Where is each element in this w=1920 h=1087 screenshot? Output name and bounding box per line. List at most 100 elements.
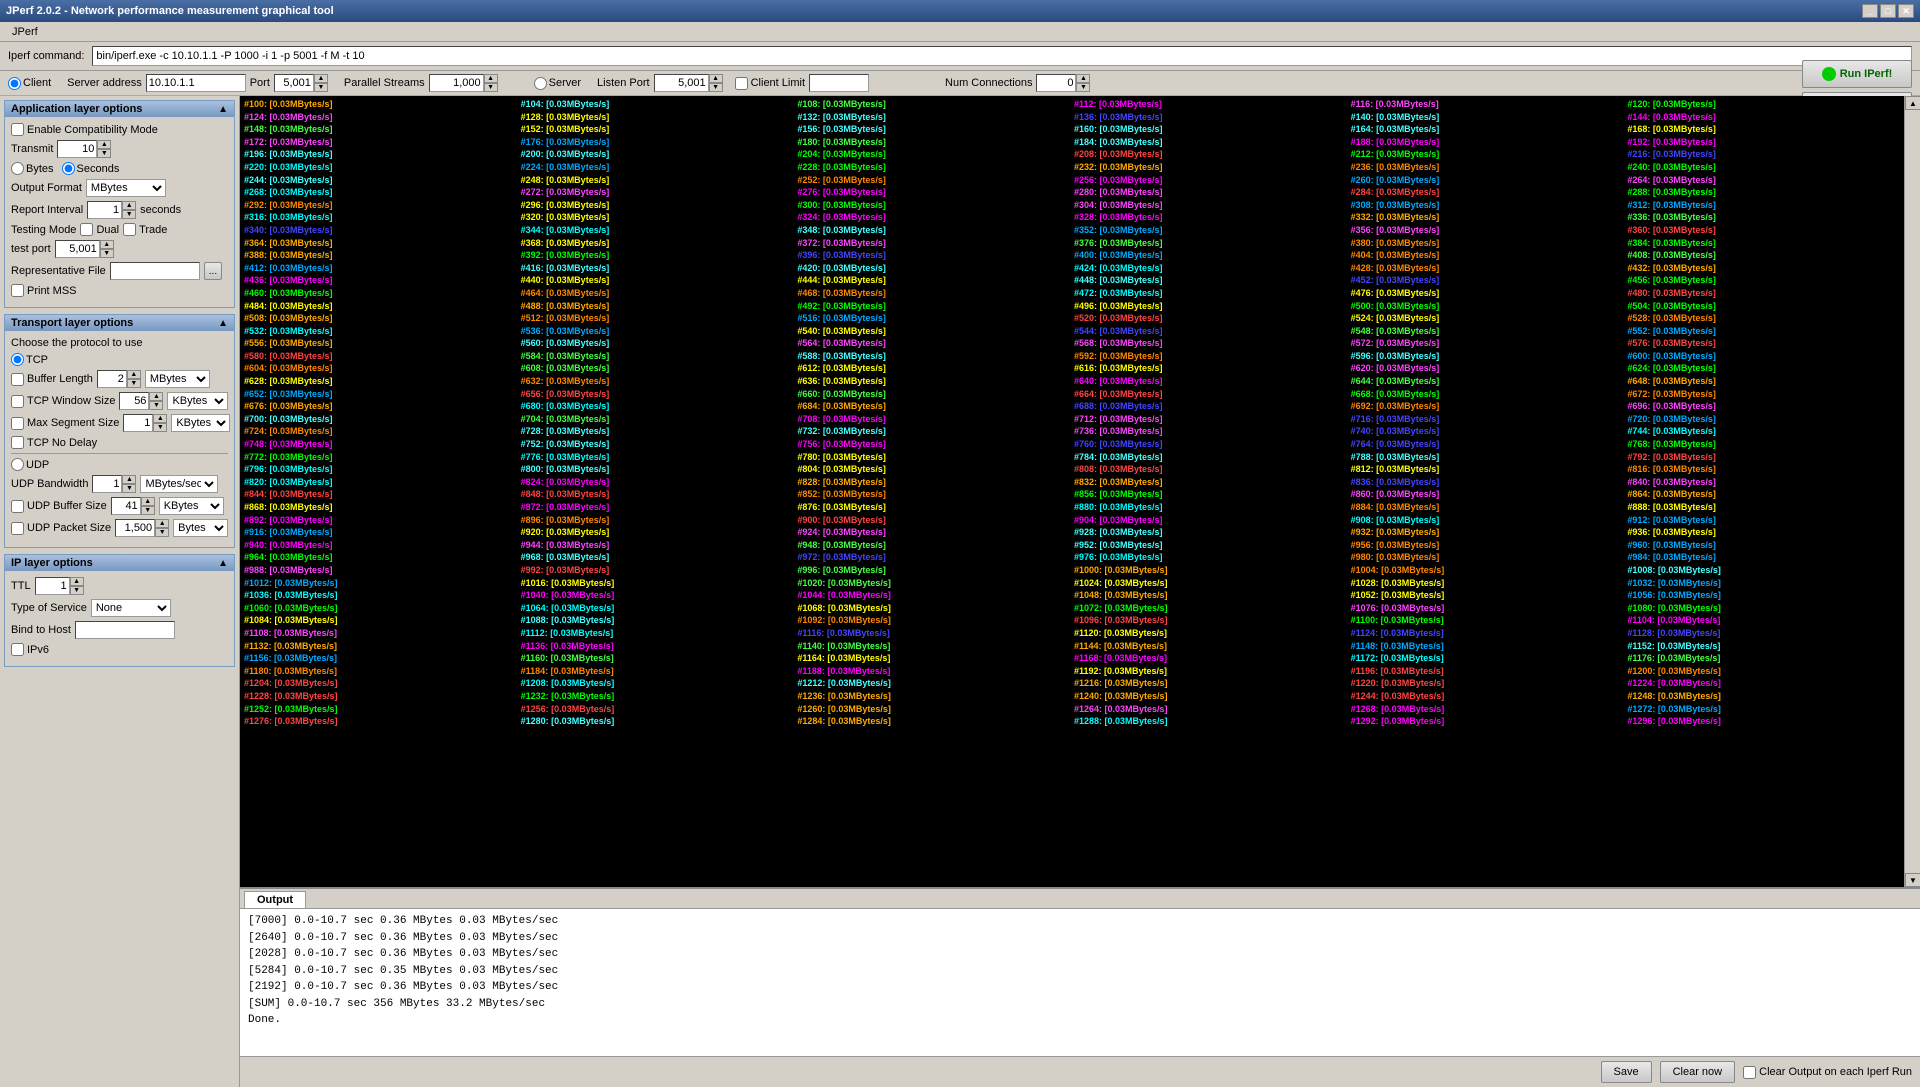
parallel-streams-down-btn[interactable]: ▼: [484, 83, 498, 92]
enable-compat-checkbox[interactable]: [11, 123, 24, 136]
client-limit-checkbox-label[interactable]: Client Limit: [735, 77, 805, 90]
ip-layer-collapse-btn[interactable]: ▲: [218, 558, 228, 569]
client-mode-label[interactable]: Client: [8, 77, 51, 90]
listen-port-down-btn[interactable]: ▼: [709, 83, 723, 92]
enable-compat-checkbox-label[interactable]: Enable Compatibility Mode: [11, 123, 158, 136]
tcp-no-delay-checkbox-label[interactable]: TCP No Delay: [11, 436, 97, 449]
print-mss-checkbox[interactable]: [11, 284, 24, 297]
maximize-button[interactable]: □: [1880, 4, 1896, 18]
close-button[interactable]: ✕: [1898, 4, 1914, 18]
title-bar-buttons[interactable]: _ □ ✕: [1862, 4, 1914, 18]
transmit-up-btn[interactable]: ▲: [97, 140, 111, 149]
udp-bandwidth-down-btn[interactable]: ▼: [122, 484, 136, 493]
client-limit-checkbox[interactable]: [735, 77, 748, 90]
save-output-button[interactable]: Save: [1601, 1061, 1652, 1083]
seconds-radio-label[interactable]: Seconds: [62, 162, 120, 175]
ipv6-checkbox[interactable]: [11, 643, 24, 656]
bind-host-input[interactable]: [75, 621, 175, 639]
test-port-up-btn[interactable]: ▲: [100, 240, 114, 249]
max-segment-checkbox-label[interactable]: Max Segment Size: [11, 417, 119, 430]
buffer-length-up-btn[interactable]: ▲: [127, 370, 141, 379]
ipv6-checkbox-label[interactable]: IPv6: [11, 643, 49, 656]
max-segment-down-btn[interactable]: ▼: [153, 423, 167, 432]
rep-file-browse-button[interactable]: ...: [204, 262, 222, 280]
buffer-length-unit-select[interactable]: MBytes Bytes KBytes: [145, 370, 210, 388]
minimize-button[interactable]: _: [1862, 4, 1878, 18]
num-connections-down-btn[interactable]: ▼: [1076, 83, 1090, 92]
dual-label[interactable]: Dual: [80, 223, 119, 236]
client-limit-input[interactable]: [809, 74, 869, 92]
buffer-length-input[interactable]: [97, 370, 127, 388]
bytes-radio[interactable]: [11, 162, 24, 175]
dual-checkbox[interactable]: [80, 223, 93, 236]
listen-port-up-btn[interactable]: ▲: [709, 74, 723, 83]
port-input[interactable]: [274, 74, 314, 92]
parallel-streams-up-btn[interactable]: ▲: [484, 74, 498, 83]
port-down-btn[interactable]: ▼: [314, 83, 328, 92]
udp-packet-input[interactable]: [115, 519, 155, 537]
tcp-window-checkbox[interactable]: [11, 395, 24, 408]
report-interval-input[interactable]: [87, 201, 122, 219]
udp-bandwidth-unit-select[interactable]: MBytes/sec Bytes/sec KBytes/sec: [140, 475, 218, 493]
udp-buffer-up-btn[interactable]: ▲: [141, 497, 155, 506]
test-port-down-btn[interactable]: ▼: [100, 249, 114, 258]
menu-jperf[interactable]: JPerf: [4, 24, 46, 40]
udp-buffer-input[interactable]: [111, 497, 141, 515]
port-up-btn[interactable]: ▲: [314, 74, 328, 83]
bytes-radio-label[interactable]: Bytes: [11, 162, 54, 175]
max-segment-up-btn[interactable]: ▲: [153, 414, 167, 423]
print-mss-label[interactable]: Print MSS: [11, 284, 77, 297]
test-port-input[interactable]: [55, 240, 100, 258]
server-mode-label[interactable]: Server: [534, 77, 581, 90]
tcp-no-delay-checkbox[interactable]: [11, 436, 24, 449]
max-segment-input[interactable]: [123, 414, 153, 432]
clear-now-button[interactable]: Clear now: [1660, 1061, 1736, 1083]
tcp-window-down-btn[interactable]: ▼: [149, 401, 163, 410]
output-tab[interactable]: Output: [244, 891, 306, 908]
udp-bandwidth-input[interactable]: [92, 475, 122, 493]
trade-label[interactable]: Trade: [123, 223, 167, 236]
trade-checkbox[interactable]: [123, 223, 136, 236]
max-segment-checkbox[interactable]: [11, 417, 24, 430]
udp-radio-label[interactable]: UDP: [11, 458, 49, 471]
server-address-input[interactable]: [146, 74, 246, 92]
tcp-window-unit-select[interactable]: KBytes Bytes MBytes: [167, 392, 228, 410]
report-interval-down-btn[interactable]: ▼: [122, 210, 136, 219]
listen-port-input[interactable]: [654, 74, 709, 92]
output-format-select[interactable]: MBytes Bytes KBytes GBytes: [86, 179, 166, 197]
udp-bandwidth-up-btn[interactable]: ▲: [122, 475, 136, 484]
tcp-window-up-btn[interactable]: ▲: [149, 392, 163, 401]
udp-buffer-unit-select[interactable]: KBytes Bytes MBytes: [159, 497, 224, 515]
udp-buffer-down-btn[interactable]: ▼: [141, 506, 155, 515]
seconds-radio[interactable]: [62, 162, 75, 175]
transmit-input[interactable]: [57, 140, 97, 158]
client-radio[interactable]: [8, 77, 21, 90]
buffer-length-down-btn[interactable]: ▼: [127, 379, 141, 388]
report-interval-up-btn[interactable]: ▲: [122, 201, 136, 210]
max-segment-unit-select[interactable]: KBytes Bytes MBytes: [171, 414, 230, 432]
buffer-length-checkbox-label[interactable]: Buffer Length: [11, 373, 93, 386]
iperf-command-input[interactable]: [92, 46, 1912, 66]
clear-on-run-label[interactable]: Clear Output on each Iperf Run: [1743, 1066, 1912, 1079]
udp-radio[interactable]: [11, 458, 24, 471]
udp-packet-checkbox-label[interactable]: UDP Packet Size: [11, 522, 111, 535]
transmit-down-btn[interactable]: ▼: [97, 149, 111, 158]
tcp-window-input[interactable]: [119, 392, 149, 410]
ttl-down-btn[interactable]: ▼: [70, 586, 84, 595]
ttl-input[interactable]: [35, 577, 70, 595]
num-connections-up-btn[interactable]: ▲: [1076, 74, 1090, 83]
scroll-down-arrow[interactable]: ▼: [1905, 873, 1920, 887]
tcp-radio[interactable]: [11, 353, 24, 366]
ttl-up-btn[interactable]: ▲: [70, 577, 84, 586]
udp-packet-checkbox[interactable]: [11, 522, 24, 535]
ip-layer-header[interactable]: IP layer options ▲: [5, 555, 234, 571]
tcp-window-checkbox-label[interactable]: TCP Window Size: [11, 395, 115, 408]
tcp-radio-label[interactable]: TCP: [11, 353, 48, 366]
tos-select[interactable]: None Low Delay Throughput Reliability: [91, 599, 171, 617]
udp-buffer-checkbox-label[interactable]: UDP Buffer Size: [11, 500, 107, 513]
udp-packet-down-btn[interactable]: ▼: [155, 528, 169, 537]
scroll-up-arrow[interactable]: ▲: [1905, 96, 1920, 110]
num-connections-input[interactable]: [1036, 74, 1076, 92]
udp-packet-up-btn[interactable]: ▲: [155, 519, 169, 528]
app-layer-header[interactable]: Application layer options ▲: [5, 101, 234, 117]
